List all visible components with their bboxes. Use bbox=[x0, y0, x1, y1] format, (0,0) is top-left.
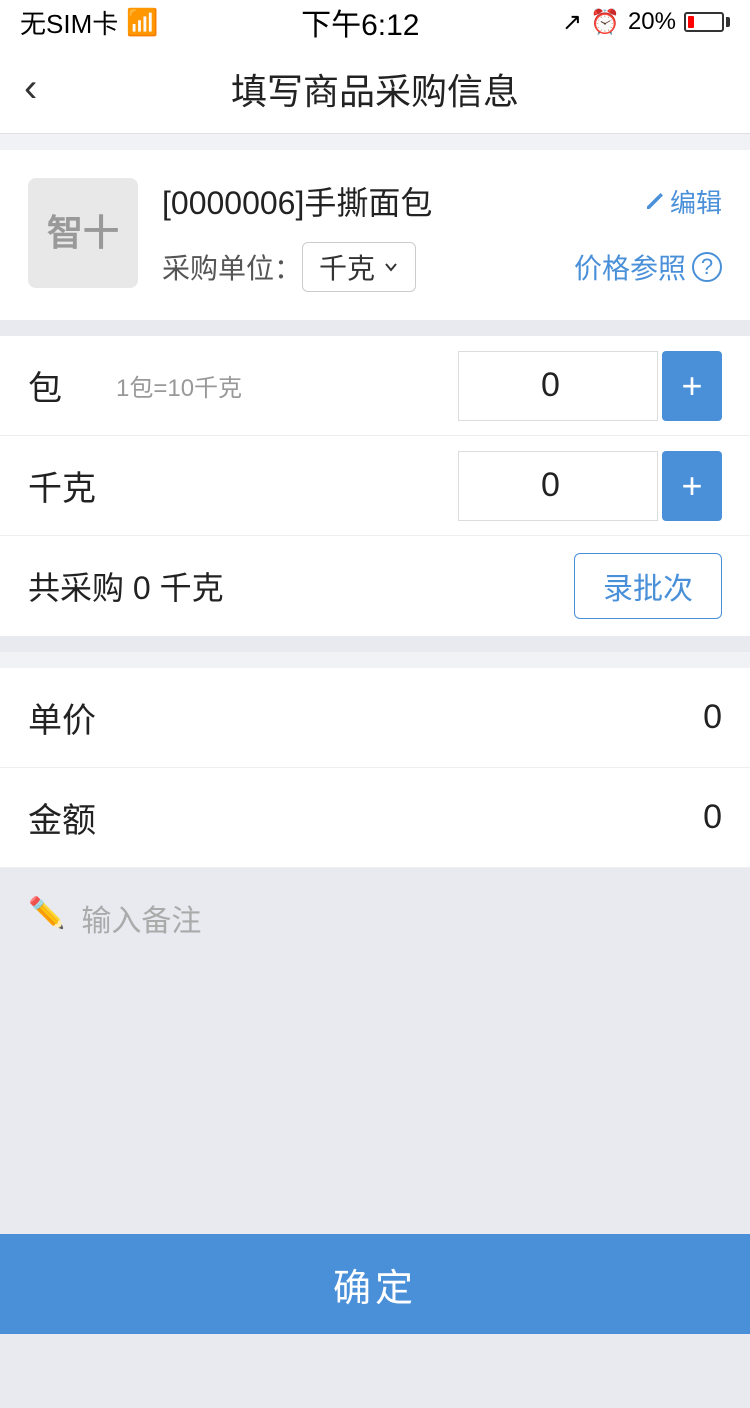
unit-row: 采购单位： 千克 价格参照 ? bbox=[162, 242, 722, 292]
unit-select[interactable]: 千克 bbox=[302, 242, 416, 292]
product-card: 智十 [0000006]手撕面包 编辑 采购单位： 千克 价格参照 ? bbox=[0, 150, 750, 320]
battery-pct-text: 20% bbox=[628, 8, 676, 36]
pencil-icon: ✏️ bbox=[28, 896, 65, 931]
confirm-button[interactable]: 确定 bbox=[0, 1234, 750, 1334]
page-title: 填写商品采购信息 bbox=[231, 63, 519, 115]
kg-input-row: 千克 + bbox=[0, 436, 750, 536]
wifi-icon: 📶 bbox=[126, 7, 158, 38]
kg-quantity-input[interactable] bbox=[458, 451, 658, 521]
product-name: [0000006]手撕面包 bbox=[162, 178, 432, 224]
unit-price-value: 0 bbox=[703, 698, 722, 737]
amount-label: 金额 bbox=[28, 793, 96, 842]
bag-label: 包 bbox=[28, 361, 108, 410]
status-left: 无SIM卡 📶 bbox=[20, 4, 159, 41]
kg-input-right: + bbox=[458, 451, 722, 521]
divider-1 bbox=[0, 320, 750, 336]
status-bar: 无SIM卡 📶 下午6:12 ↗ ⏰ 20% bbox=[0, 0, 750, 44]
amount-value: 0 bbox=[703, 798, 722, 837]
unit-label: 采购单位： bbox=[162, 247, 302, 287]
kg-label: 千克 bbox=[28, 461, 108, 510]
battery-indicator bbox=[684, 12, 730, 32]
unit-price-label: 单价 bbox=[28, 693, 96, 742]
price-ref-help-icon: ? bbox=[692, 252, 722, 282]
amount-row: 金额 0 bbox=[0, 768, 750, 868]
status-time: 下午6:12 bbox=[301, 0, 419, 44]
nav-bar: ‹ 填写商品采购信息 bbox=[0, 44, 750, 134]
alarm-icon: ⏰ bbox=[590, 8, 620, 37]
bag-input-row: 包 1包=10千克 + bbox=[0, 336, 750, 436]
bag-plus-button[interactable]: + bbox=[662, 351, 722, 421]
product-info: [0000006]手撕面包 编辑 采购单位： 千克 价格参照 ? bbox=[162, 178, 722, 292]
notes-section[interactable]: ✏️ 输入备注 bbox=[0, 868, 750, 1068]
price-section: 单价 0 金额 0 bbox=[0, 668, 750, 868]
edit-icon bbox=[644, 190, 666, 212]
notes-placeholder: 输入备注 bbox=[81, 896, 201, 940]
kg-plus-button[interactable]: + bbox=[662, 451, 722, 521]
total-row: 共采购 0 千克 录批次 bbox=[0, 536, 750, 636]
chevron-down-icon bbox=[383, 259, 399, 275]
bag-quantity-input[interactable] bbox=[458, 351, 658, 421]
edit-button[interactable]: 编辑 bbox=[644, 183, 722, 220]
product-name-row: [0000006]手撕面包 编辑 bbox=[162, 178, 722, 224]
unit-price-row: 单价 0 bbox=[0, 668, 750, 768]
carrier-text: 无SIM卡 bbox=[20, 4, 118, 41]
location-icon: ↗ bbox=[562, 8, 582, 37]
divider-2 bbox=[0, 636, 750, 652]
status-right: ↗ ⏰ 20% bbox=[562, 8, 730, 37]
back-button[interactable]: ‹ bbox=[24, 66, 37, 111]
batch-button[interactable]: 录批次 bbox=[574, 553, 722, 619]
bag-sublabel: 1包=10千克 bbox=[116, 368, 458, 403]
product-logo: 智十 bbox=[47, 215, 119, 251]
product-thumbnail: 智十 bbox=[28, 178, 138, 288]
total-text: 共采购 0 千克 bbox=[28, 563, 224, 609]
bag-input-right: + bbox=[458, 351, 722, 421]
input-section: 包 1包=10千克 + 千克 + bbox=[0, 336, 750, 536]
price-ref-button[interactable]: 价格参照 ? bbox=[574, 247, 722, 287]
